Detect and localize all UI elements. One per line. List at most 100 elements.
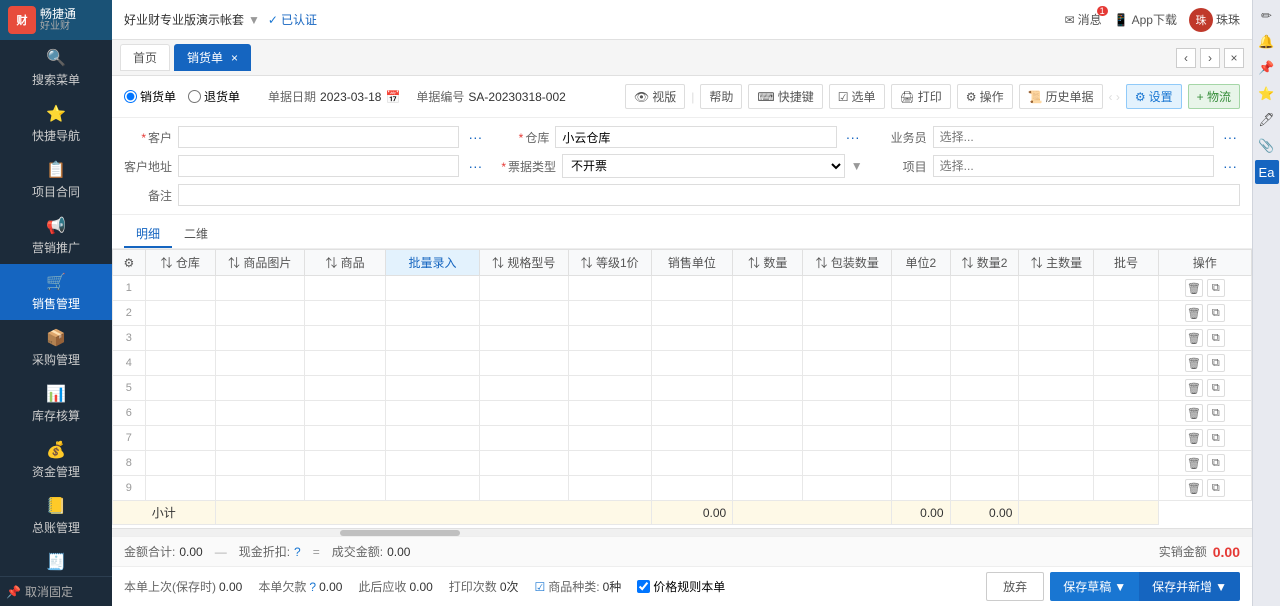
row-warehouse[interactable] — [145, 376, 215, 401]
sidebar-item-ledger[interactable]: 📒 总账管理 — [0, 488, 112, 544]
row-delete-icon[interactable]: 🗑 — [1185, 279, 1203, 297]
company-selector[interactable]: 好业财专业版演示帐套 ▼ — [124, 11, 260, 28]
row-batch[interactable] — [1094, 376, 1158, 401]
row-batch-import[interactable] — [386, 426, 479, 451]
close-icon[interactable]: × — [231, 51, 238, 65]
row-batch-import[interactable] — [386, 301, 479, 326]
radio-return[interactable]: 退货单 — [188, 88, 240, 105]
row-product[interactable] — [304, 376, 386, 401]
help-icon-debt[interactable]: ? — [309, 580, 316, 594]
row-main-qty[interactable] — [1019, 451, 1094, 476]
ops-button[interactable]: ⚙ 操作 — [957, 84, 1013, 109]
customer-input[interactable] — [178, 126, 459, 148]
row-warehouse[interactable] — [145, 326, 215, 351]
tab-sales-order[interactable]: 销货单 × — [174, 44, 251, 71]
customer-select-icon[interactable]: ··· — [465, 129, 485, 145]
discard-button[interactable]: 放弃 — [986, 572, 1044, 601]
right-panel-notify[interactable]: 🔔 — [1255, 30, 1279, 54]
row-copy-icon[interactable]: ⧉ — [1207, 304, 1225, 322]
invoice-select[interactable]: 不开票 增值税普通发票 增值税专用发票 — [563, 155, 844, 177]
row-qty[interactable] — [733, 476, 803, 501]
warehouse-select-icon[interactable]: ··· — [843, 129, 863, 145]
sidebar-item-invoice[interactable]: 🧾 发票管理 — [0, 544, 112, 576]
radio-sale[interactable]: 销货单 — [124, 88, 176, 105]
sidebar-item-quicknav[interactable]: ⭐ 快捷导航 — [0, 96, 112, 152]
row-batch-import[interactable] — [386, 376, 479, 401]
row-price1[interactable] — [568, 376, 651, 401]
row-batch-import[interactable] — [386, 326, 479, 351]
row-copy-icon[interactable]: ⧉ — [1207, 329, 1225, 347]
row-delete-icon[interactable]: 🗑 — [1185, 354, 1203, 372]
row-warehouse[interactable] — [145, 401, 215, 426]
history-button[interactable]: 📜 历史单据 — [1019, 84, 1103, 109]
row-qty[interactable] — [733, 426, 803, 451]
row-image[interactable] — [215, 426, 304, 451]
row-main-qty[interactable] — [1019, 326, 1094, 351]
shortcut-button[interactable]: ⌨ 快捷键 — [748, 84, 822, 109]
tab-next-button[interactable]: › — [1200, 48, 1220, 68]
row-main-qty[interactable] — [1019, 376, 1094, 401]
row-sale-unit[interactable] — [651, 401, 733, 426]
row-spec[interactable] — [479, 326, 568, 351]
row-copy-icon[interactable]: ⧉ — [1207, 404, 1225, 422]
row-warehouse[interactable] — [145, 451, 215, 476]
row-unit2[interactable] — [892, 451, 950, 476]
row-sale-unit[interactable] — [651, 451, 733, 476]
row-price1[interactable] — [568, 476, 651, 501]
row-warehouse[interactable] — [145, 301, 215, 326]
row-qty2[interactable] — [950, 376, 1019, 401]
row-batch-import[interactable] — [386, 451, 479, 476]
row-qty2[interactable] — [950, 351, 1019, 376]
col-batch-import[interactable]: 批量录入 — [386, 250, 479, 276]
address-select-icon[interactable]: ··· — [465, 158, 485, 174]
table-scrollbar[interactable] — [112, 528, 1252, 536]
row-warehouse[interactable] — [145, 276, 215, 301]
row-sale-unit[interactable] — [651, 326, 733, 351]
row-image[interactable] — [215, 451, 304, 476]
row-unit2[interactable] — [892, 401, 950, 426]
row-copy-icon[interactable]: ⧉ — [1207, 429, 1225, 447]
row-image[interactable] — [215, 376, 304, 401]
calendar-icon[interactable]: 📅 — [385, 90, 400, 104]
row-product[interactable] — [304, 276, 386, 301]
row-delete-icon[interactable]: 🗑 — [1185, 379, 1203, 397]
row-copy-icon[interactable]: ⧉ — [1207, 454, 1225, 472]
right-panel-active[interactable]: Ea — [1255, 160, 1279, 184]
sidebar-item-sales[interactable]: 🛒 销售管理 — [0, 264, 112, 320]
add-logistics-button[interactable]: + 物流 — [1188, 84, 1240, 109]
row-qty2[interactable] — [950, 476, 1019, 501]
salesperson-input[interactable] — [933, 126, 1214, 148]
row-product[interactable] — [304, 326, 386, 351]
row-main-qty[interactable] — [1019, 301, 1094, 326]
row-sale-unit[interactable] — [651, 351, 733, 376]
row-delete-icon[interactable]: 🗑 — [1185, 404, 1203, 422]
row-qty2[interactable] — [950, 426, 1019, 451]
row-qty[interactable] — [733, 401, 803, 426]
messages-button[interactable]: ✉ 消息 1 — [1065, 11, 1102, 28]
user-menu[interactable]: 珠 珠珠 — [1189, 8, 1240, 32]
row-product[interactable] — [304, 301, 386, 326]
row-image[interactable] — [215, 351, 304, 376]
warehouse-input[interactable] — [555, 126, 836, 148]
row-spec[interactable] — [479, 426, 568, 451]
row-unit2[interactable] — [892, 301, 950, 326]
row-batch[interactable] — [1094, 426, 1158, 451]
row-delete-icon[interactable]: 🗑 — [1185, 329, 1203, 347]
row-price1[interactable] — [568, 351, 651, 376]
right-panel-pen[interactable]: 🖊 — [1255, 108, 1279, 132]
sidebar-item-search[interactable]: 🔍 搜索菜单 — [0, 40, 112, 96]
row-image[interactable] — [215, 301, 304, 326]
scrollbar-thumb[interactable] — [340, 530, 460, 536]
row-batch-import[interactable] — [386, 351, 479, 376]
row-unit2[interactable] — [892, 476, 950, 501]
row-price1[interactable] — [568, 301, 651, 326]
row-image[interactable] — [215, 401, 304, 426]
row-qty[interactable] — [733, 376, 803, 401]
row-warehouse[interactable] — [145, 351, 215, 376]
row-warehouse[interactable] — [145, 476, 215, 501]
row-price1[interactable] — [568, 451, 651, 476]
row-copy-icon[interactable]: ⧉ — [1207, 379, 1225, 397]
row-spec[interactable] — [479, 451, 568, 476]
row-main-qty[interactable] — [1019, 276, 1094, 301]
row-batch[interactable] — [1094, 326, 1158, 351]
